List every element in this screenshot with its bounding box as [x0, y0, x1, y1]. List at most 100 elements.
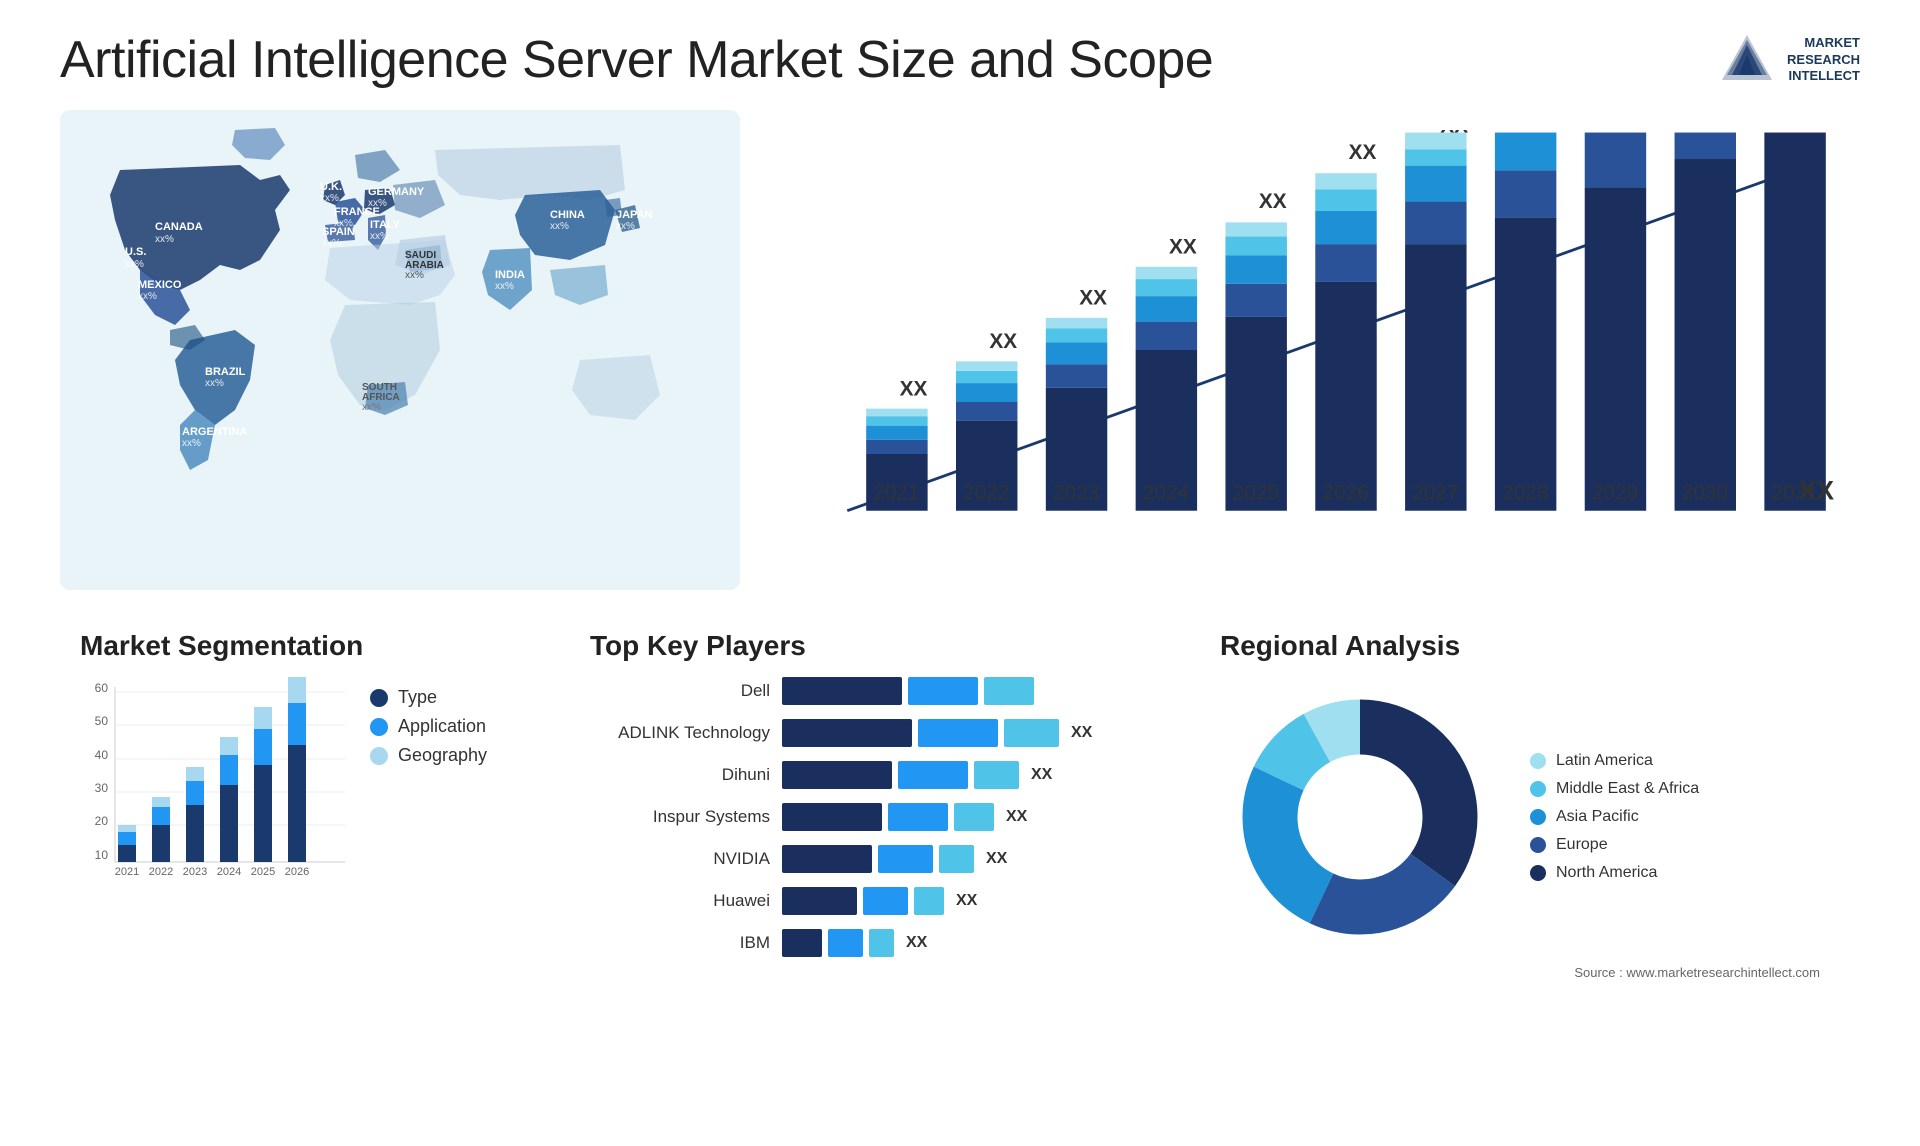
reg-apac: Asia Pacific: [1530, 808, 1699, 826]
japan-val: xx%: [616, 221, 635, 232]
regional-title: Regional Analysis: [1220, 630, 1840, 662]
segmentation-chart-svg: 60 50 40 30 20 10: [80, 677, 350, 897]
player-row-dell: Dell: [590, 677, 1170, 705]
dihuni-bar3: [974, 761, 1019, 789]
svg-text:XX: XX: [1528, 130, 1556, 138]
inspur-bar3: [954, 803, 994, 831]
logo: MARKET RESEARCH INTELLECT: [1717, 30, 1860, 90]
spain-val: xx%: [322, 238, 341, 249]
brazil-val: xx%: [205, 378, 224, 389]
svg-text:2026: 2026: [285, 866, 309, 878]
players-chart: Dell ADLINK Technology XX: [590, 677, 1170, 957]
us-val: xx%: [125, 259, 144, 270]
geography-dot: [370, 747, 388, 765]
ibm-bar3: [869, 929, 894, 957]
europe-dot: [1530, 837, 1546, 853]
player-bar-dihuni: XX: [782, 761, 1170, 789]
svg-text:60: 60: [95, 681, 109, 695]
nvidia-bar1: [782, 845, 872, 873]
player-bar-adlink: XX: [782, 719, 1170, 747]
na-label: North America: [1556, 864, 1657, 882]
player-bar-dell: [782, 677, 1170, 705]
ibm-val: XX: [906, 934, 927, 952]
type-dot: [370, 689, 388, 707]
source-text: Source : www.marketresearchintellect.com: [1220, 965, 1840, 980]
canada-label: CANADA: [155, 221, 203, 233]
svg-text:2024: 2024: [217, 866, 241, 878]
japan-label: JAPAN: [616, 209, 653, 221]
year-2026: 2026: [1322, 481, 1368, 504]
application-dot: [370, 718, 388, 736]
player-name-nvidia: NVIDIA: [590, 849, 770, 869]
canada-val: xx%: [155, 234, 174, 245]
year-2030: 2030: [1682, 481, 1728, 504]
map-area: CANADA xx% U.S. xx% MEXICO xx% BRAZIL xx…: [60, 110, 740, 590]
val-2026: XX: [1349, 141, 1377, 164]
dell-bar1: [782, 677, 902, 705]
player-row-dihuni: Dihuni XX: [590, 761, 1170, 789]
svg-text:50: 50: [95, 714, 109, 728]
reg-europe: Europe: [1530, 836, 1699, 854]
nvidia-val: XX: [986, 850, 1007, 868]
val-2023: XX: [1079, 287, 1107, 310]
year-2029: 2029: [1592, 481, 1638, 504]
legend-application: Application: [370, 716, 487, 737]
latin-label: Latin America: [1556, 752, 1653, 770]
huawei-bar1: [782, 887, 857, 915]
year-2024: 2024: [1143, 481, 1189, 504]
adlink-val: XX: [1071, 724, 1092, 742]
india-val: xx%: [495, 281, 514, 292]
china-val: xx%: [550, 221, 569, 232]
bottom-section: Market Segmentation 60 50 40 30 20 10: [60, 620, 1860, 990]
apac-dot: [1530, 809, 1546, 825]
year-2021: 2021: [873, 481, 919, 504]
reg-latin: Latin America: [1530, 752, 1699, 770]
segmentation-title: Market Segmentation: [80, 630, 540, 662]
val-2025: XX: [1259, 190, 1287, 213]
europe-label: Europe: [1556, 836, 1608, 854]
uk-label: U.K.: [320, 181, 342, 193]
logo-text: MARKET RESEARCH INTELLECT: [1787, 35, 1860, 86]
geography-label: Geography: [398, 745, 487, 766]
svg-text:10: 10: [95, 848, 109, 862]
type-label: Type: [398, 687, 437, 708]
mexico-label: MEXICO: [138, 279, 182, 291]
mea-label: Middle East & Africa: [1556, 780, 1699, 798]
saudi-val: xx%: [405, 270, 424, 281]
argentina-val: xx%: [182, 438, 201, 449]
donut-svg: [1220, 677, 1500, 957]
germany-label: GERMANY: [368, 186, 425, 198]
bar-chart-svg: 2021 XX 2022 XX 2023 XX: [800, 130, 1840, 570]
donut-container: Latin America Middle East & Africa Asia …: [1220, 677, 1840, 957]
ibm-bar2: [828, 929, 863, 957]
dihuni-val: XX: [1031, 766, 1052, 784]
huawei-bar3: [914, 887, 944, 915]
player-row-ibm: IBM XX: [590, 929, 1170, 957]
player-bar-nvidia: XX: [782, 845, 1170, 873]
germany-val: xx%: [368, 198, 387, 209]
player-name-dihuni: Dihuni: [590, 765, 770, 785]
player-bar-ibm: XX: [782, 929, 1170, 957]
key-players-title: Top Key Players: [590, 630, 1170, 662]
ibm-bar1: [782, 929, 822, 957]
year-2023: 2023: [1053, 481, 1099, 504]
regional-legend: Latin America Middle East & Africa Asia …: [1530, 752, 1699, 882]
val-2031: XX: [1799, 475, 1835, 505]
dihuni-bar2: [898, 761, 968, 789]
player-row-nvidia: NVIDIA XX: [590, 845, 1170, 873]
val-2021: XX: [900, 377, 928, 400]
top-section: CANADA xx% U.S. xx% MEXICO xx% BRAZIL xx…: [60, 110, 1860, 590]
legend-type: Type: [370, 687, 487, 708]
italy-val: xx%: [370, 231, 389, 242]
year-2022: 2022: [963, 481, 1009, 504]
segmentation-legend: Type Application Geography: [370, 687, 487, 766]
page-title: Artificial Intelligence Server Market Si…: [60, 30, 1213, 90]
player-row-inspur: Inspur Systems XX: [590, 803, 1170, 831]
svg-text:40: 40: [95, 748, 109, 762]
latin-dot: [1530, 753, 1546, 769]
svg-text:2021: 2021: [115, 866, 139, 878]
huawei-val: XX: [956, 892, 977, 910]
adlink-bar3: [1004, 719, 1059, 747]
mexico-val: xx%: [138, 291, 157, 302]
adlink-bar1: [782, 719, 912, 747]
